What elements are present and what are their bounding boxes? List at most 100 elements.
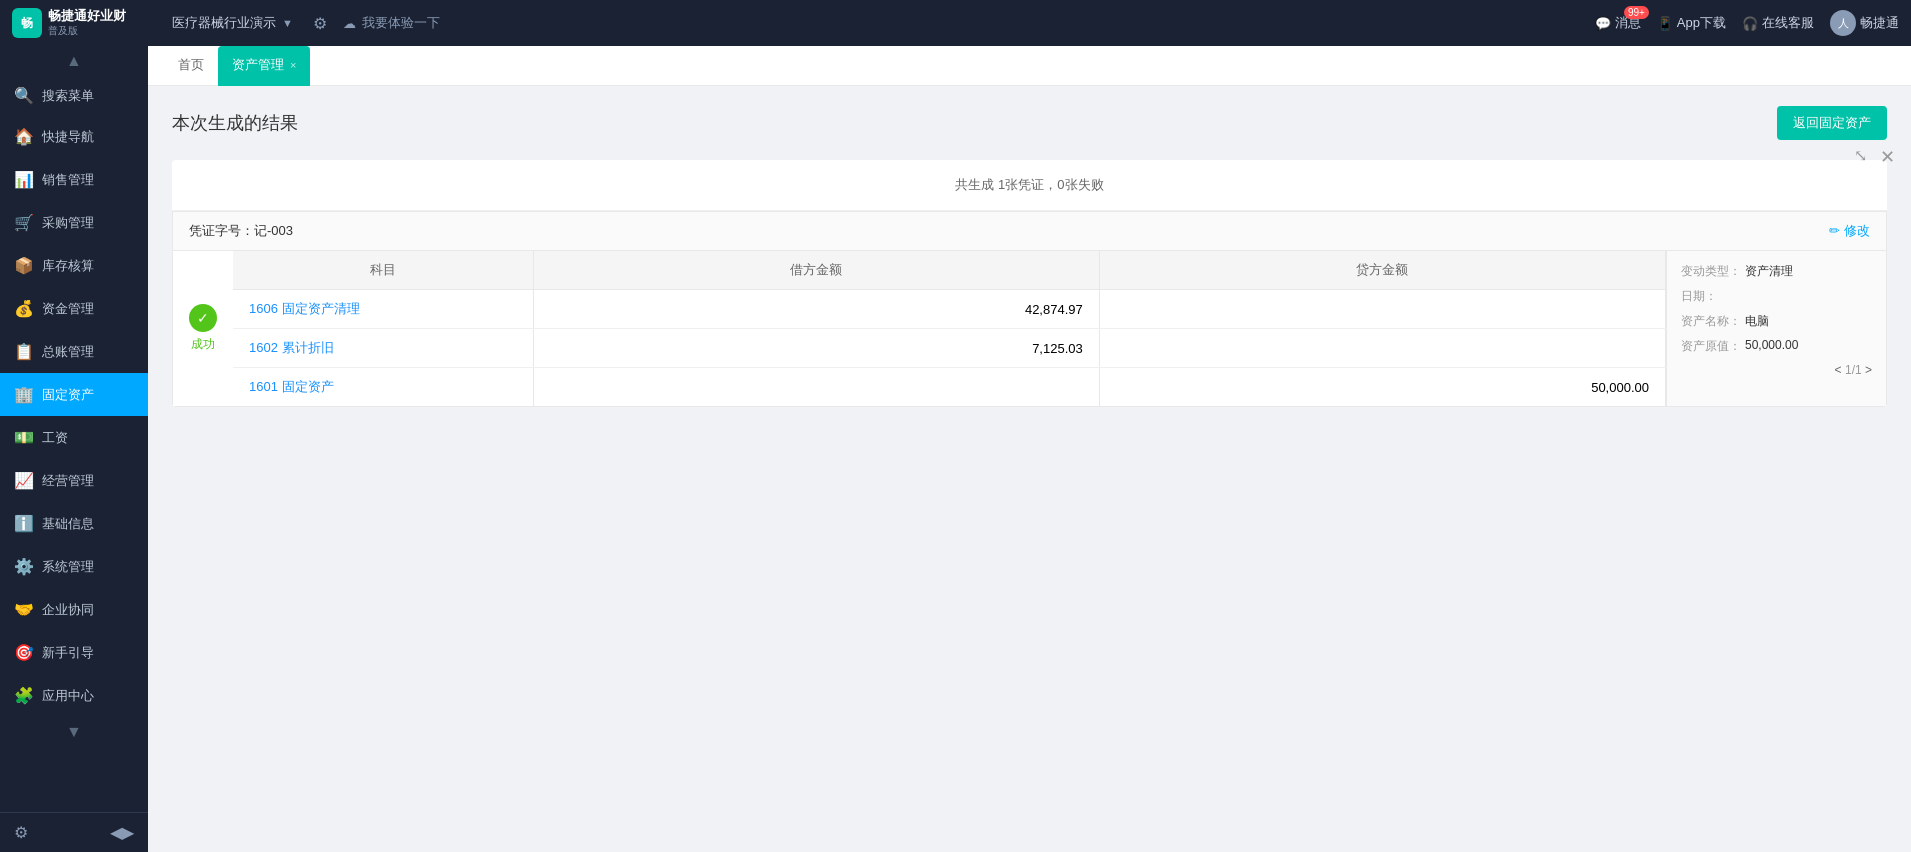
- sidebar-item-label: 资金管理: [42, 300, 94, 318]
- sidebar-item-ledger[interactable]: 📋 总账管理: [0, 330, 148, 373]
- message-icon: 💬: [1595, 16, 1611, 31]
- sidebar-item-label: 新手引导: [42, 644, 94, 662]
- subject-cell[interactable]: 1602 累计折旧: [233, 329, 533, 368]
- sidebar-item-enterprise[interactable]: 🤝 企业协同: [0, 588, 148, 631]
- operations-icon: 📈: [14, 471, 34, 490]
- subject-cell[interactable]: 1601 固定资产: [233, 368, 533, 407]
- sidebar-item-label: 总账管理: [42, 343, 94, 361]
- prev-page-button[interactable]: <: [1835, 363, 1842, 377]
- change-type-label: 变动类型：: [1681, 263, 1741, 280]
- info-icon: ℹ️: [14, 514, 34, 533]
- sidebar-item-salary[interactable]: 💵 工资: [0, 416, 148, 459]
- logo-main: 畅捷通好业财: [48, 8, 126, 24]
- original-value-value: 50,000.00: [1745, 338, 1798, 352]
- tab-home-label: 首页: [178, 56, 204, 74]
- next-page-button[interactable]: >: [1865, 363, 1872, 377]
- scroll-up-indicator: ▲: [0, 46, 148, 76]
- sidebar-item-label: 应用中心: [42, 687, 94, 705]
- table-row: 1606 固定资产清理42,874.97: [233, 290, 1666, 329]
- tab-asset-label: 资产管理: [232, 56, 284, 74]
- edit-button[interactable]: ✏ 修改: [1829, 222, 1870, 240]
- credit-cell: 50,000.00: [1099, 368, 1665, 407]
- debit-cell: [533, 368, 1099, 407]
- original-value-row: 资产原值： 50,000.00: [1681, 338, 1872, 355]
- user-name: 畅捷通: [1860, 14, 1899, 32]
- expand-button[interactable]: ⤡: [1854, 146, 1867, 165]
- asset-name-value: 电脑: [1745, 313, 1769, 330]
- inventory-icon: 📦: [14, 256, 34, 275]
- sidebar-item-sales[interactable]: 📊 销售管理: [0, 158, 148, 201]
- result-card: 共生成 1张凭证，0张失败 凭证字号：记-003 ✏ 修改 ✓ 成功: [172, 160, 1887, 407]
- settings-icon[interactable]: ⚙: [305, 14, 335, 33]
- sidebar-item-search[interactable]: 🔍 搜索菜单: [0, 76, 148, 115]
- scroll-down-indicator: ▼: [0, 717, 148, 747]
- guide-icon: 🎯: [14, 643, 34, 662]
- credit-cell: [1099, 329, 1665, 368]
- col-debit: 借方金额: [533, 251, 1099, 290]
- credit-cell: [1099, 290, 1665, 329]
- experience-button[interactable]: ☁ 我要体验一下: [335, 14, 448, 32]
- table-row: 1602 累计折旧7,125.03: [233, 329, 1666, 368]
- fixed-assets-icon: 🏢: [14, 385, 34, 404]
- app-download-button[interactable]: 📱 App下载: [1657, 14, 1726, 32]
- sidebar-item-guide[interactable]: 🎯 新手引导: [0, 631, 148, 674]
- tab-close-icon[interactable]: ×: [290, 59, 296, 71]
- page-header: 本次生成的结果 返回固定资产: [172, 106, 1887, 140]
- sidebar-settings-icon[interactable]: ⚙: [14, 823, 28, 842]
- avatar: 人: [1830, 10, 1856, 36]
- success-icon: ✓: [189, 304, 217, 332]
- scroll-down-button[interactable]: ▼: [66, 723, 82, 741]
- change-type-value: 资产清理: [1745, 263, 1793, 280]
- company-name: 医疗器械行业演示: [172, 14, 276, 32]
- customer-service-button[interactable]: 🎧 在线客服: [1742, 14, 1814, 32]
- sidebar-item-quick-nav[interactable]: 🏠 快捷导航: [0, 115, 148, 158]
- page-info: 1/1: [1845, 363, 1865, 377]
- tab-asset-management[interactable]: 资产管理 ×: [218, 46, 310, 86]
- success-indicator: ✓ 成功: [173, 251, 233, 406]
- sidebar-item-operations[interactable]: 📈 经营管理: [0, 459, 148, 502]
- search-icon: 🔍: [14, 86, 34, 105]
- purchase-icon: 🛒: [14, 213, 34, 232]
- sidebar-item-purchase[interactable]: 🛒 采购管理: [0, 201, 148, 244]
- scroll-up-button[interactable]: ▲: [66, 52, 82, 70]
- sidebar-item-basic-info[interactable]: ℹ️ 基础信息: [0, 502, 148, 545]
- sidebar: ▲ 🔍 搜索菜单 🏠 快捷导航 📊 销售管理 🛒 采购管理 📦 库存核算 💰 资…: [0, 46, 148, 852]
- close-button[interactable]: ✕: [1880, 146, 1895, 168]
- side-panel: 变动类型： 资产清理 日期： 资产名称： 电脑: [1666, 251, 1886, 406]
- sidebar-item-app-center[interactable]: 🧩 应用中心: [0, 674, 148, 717]
- sidebar-item-inventory[interactable]: 📦 库存核算: [0, 244, 148, 287]
- sidebar-item-label: 搜索菜单: [42, 87, 94, 105]
- success-label: 成功: [191, 336, 215, 353]
- change-type-row: 变动类型： 资产清理: [1681, 263, 1872, 280]
- return-button[interactable]: 返回固定资产: [1777, 106, 1887, 140]
- chevron-down-icon: ▼: [282, 17, 293, 29]
- sidebar-item-label: 固定资产: [42, 386, 94, 404]
- user-menu[interactable]: 人 畅捷通: [1830, 10, 1899, 36]
- subject-cell[interactable]: 1606 固定资产清理: [233, 290, 533, 329]
- pagination: < 1/1 >: [1681, 363, 1872, 377]
- sidebar-toggle-icon[interactable]: ◀▶: [110, 823, 134, 842]
- sidebar-item-label: 系统管理: [42, 558, 94, 576]
- page-content: ⤡ ✕ 本次生成的结果 返回固定资产 共生成 1张凭证，0张失败 凭证字号：记-…: [148, 86, 1911, 852]
- sidebar-item-label: 采购管理: [42, 214, 94, 232]
- result-summary: 共生成 1张凭证，0张失败: [172, 160, 1887, 211]
- salary-icon: 💵: [14, 428, 34, 447]
- enterprise-icon: 🤝: [14, 600, 34, 619]
- company-selector[interactable]: 医疗器械行业演示 ▼: [160, 14, 305, 32]
- message-badge: 99+: [1624, 6, 1649, 19]
- sidebar-item-system[interactable]: ⚙️ 系统管理: [0, 545, 148, 588]
- tab-home[interactable]: 首页: [164, 46, 218, 86]
- voucher-table-wrap: 科目 借方金额 贷方金额 1606 固定资产清理42,874.971602 累计…: [233, 251, 1666, 406]
- summary-text: 共生成 1张凭证，0张失败: [955, 177, 1103, 192]
- experience-icon: ☁: [343, 16, 356, 31]
- col-credit: 贷方金额: [1099, 251, 1665, 290]
- system-icon: ⚙️: [14, 557, 34, 576]
- voucher-table: 科目 借方金额 贷方金额 1606 固定资产清理42,874.971602 累计…: [233, 251, 1666, 406]
- sidebar-item-label: 库存核算: [42, 257, 94, 275]
- sidebar-item-finance[interactable]: 💰 资金管理: [0, 287, 148, 330]
- customer-service-label: 在线客服: [1762, 14, 1814, 32]
- message-button[interactable]: 💬 消息 99+: [1595, 14, 1641, 32]
- experience-label: 我要体验一下: [362, 14, 440, 32]
- sidebar-item-fixed-assets[interactable]: 🏢 固定资产: [0, 373, 148, 416]
- debit-cell: 7,125.03: [533, 329, 1099, 368]
